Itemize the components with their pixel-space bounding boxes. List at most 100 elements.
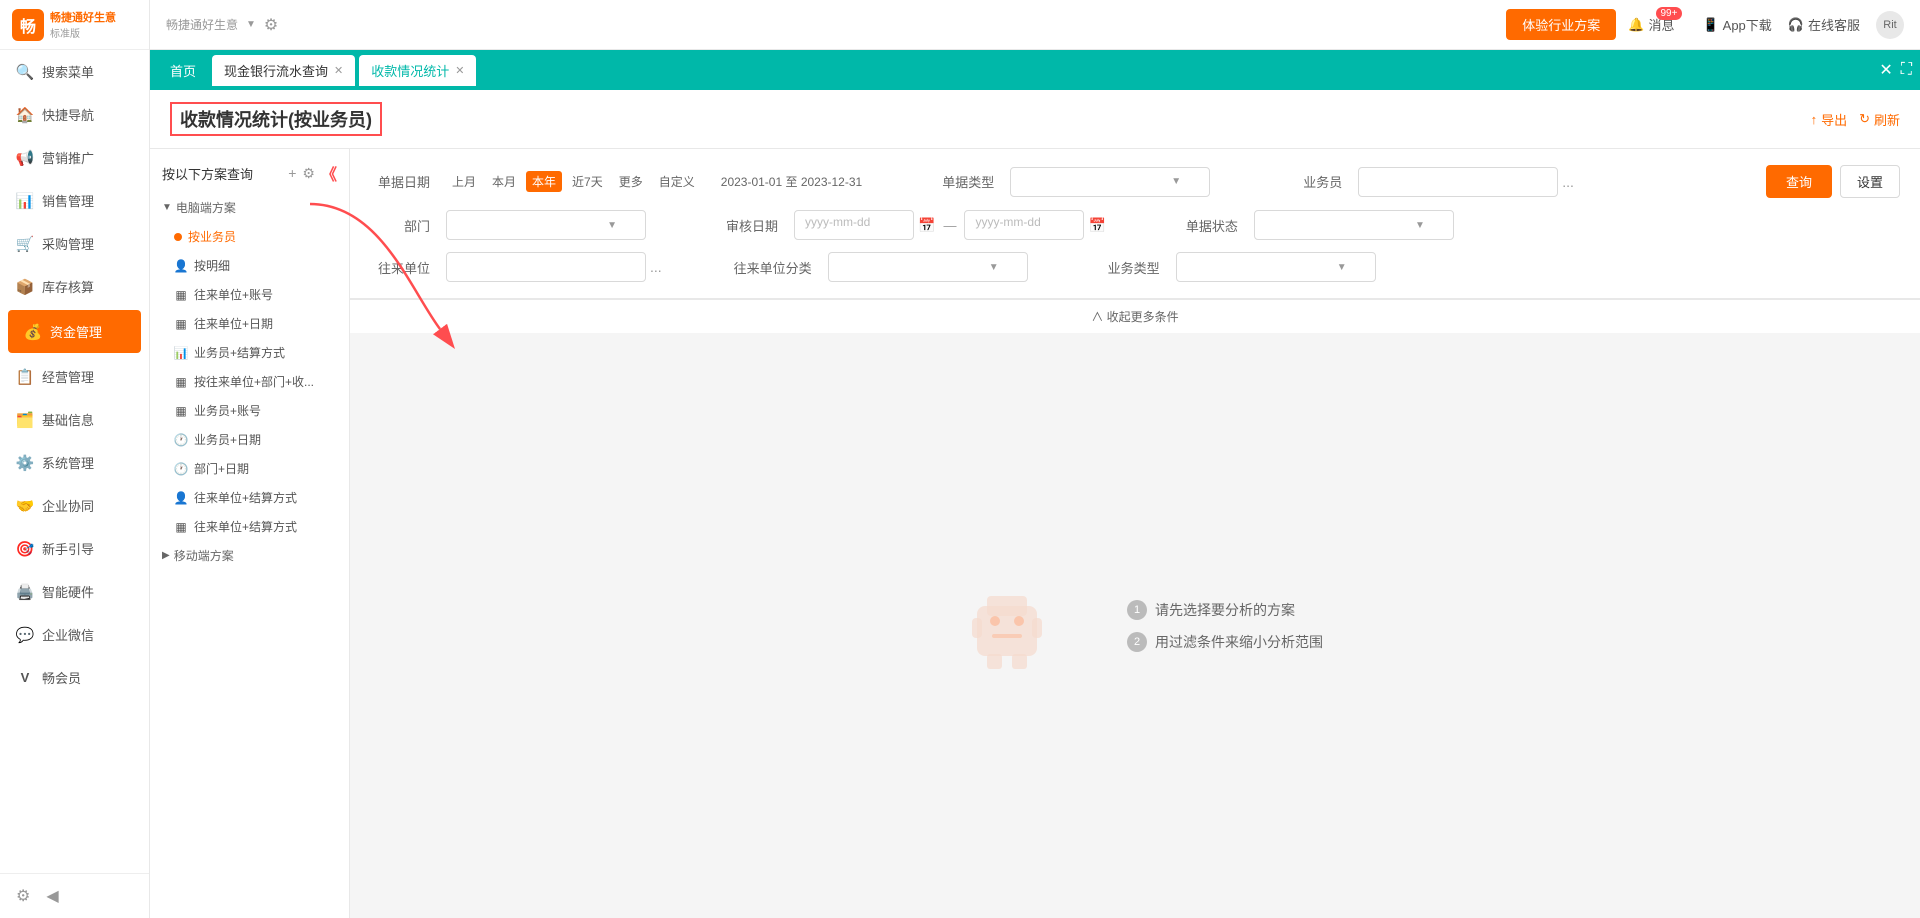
scheme-item-salesperson-settle[interactable]: 📊 业务员+结算方式: [150, 338, 349, 367]
step-num-2: 2: [1127, 632, 1147, 652]
sidebar-footer: ⚙ ◀: [0, 873, 149, 918]
sidebar-item-stock[interactable]: 📦 库存核算: [0, 265, 149, 308]
logo-area: 畅 畅捷通好生意 标准版: [0, 0, 149, 50]
sidebar: 畅 畅捷通好生意 标准版 🔍 搜索菜单 🏠 快捷导航 📢 营销推广 📊 销售管理…: [0, 0, 150, 918]
tab-cashflow-close-icon[interactable]: ✕: [334, 64, 343, 77]
date-tab-lastmonth[interactable]: 上月: [446, 171, 482, 192]
bell-icon: 🔔: [1628, 17, 1644, 33]
sidebar-item-label: 库存核算: [42, 277, 94, 296]
trial-button[interactable]: 体验行业方案: [1506, 9, 1616, 40]
gear-icon: ⚙️: [16, 454, 34, 472]
sidebar-item-label: 基础信息: [42, 410, 94, 429]
date-tab-thismonth[interactable]: 本月: [486, 171, 522, 192]
sidebar-item-nav[interactable]: 🏠 快捷导航: [0, 93, 149, 136]
tab-receipt[interactable]: 收款情况统计 ✕: [359, 55, 476, 86]
sidebar-item-finance[interactable]: 💰 资金管理: [8, 310, 141, 353]
scheme-item-salesperson-date[interactable]: 🕐 业务员+日期: [150, 425, 349, 454]
scheme-label: 往来单位+日期: [194, 315, 273, 332]
mobile-section-header[interactable]: ▶ 移动端方案: [150, 541, 349, 570]
voucher-type-select[interactable]: ▼: [1010, 167, 1210, 197]
scheme-item-by-salesperson[interactable]: 按业务员: [150, 222, 349, 251]
sidebar-item-guide[interactable]: 🎯 新手引导: [0, 527, 149, 570]
collapse-panel-icon[interactable]: 《: [321, 161, 337, 185]
sidebar-item-operation[interactable]: 📋 经营管理: [0, 355, 149, 398]
right-panel: 单据日期 上月 本月 本年 近7天 更多 自定义 2023-01-01 至 20…: [350, 149, 1920, 918]
sidebar-item-search[interactable]: 🔍 搜索菜单: [0, 50, 149, 93]
salesperson-select[interactable]: [1358, 167, 1558, 197]
collapse-footer-icon[interactable]: ◀: [46, 886, 58, 906]
sidebar-item-member[interactable]: V 畅会员: [0, 656, 149, 699]
sidebar-item-basic[interactable]: 🗂️ 基础信息: [0, 398, 149, 441]
cart-icon: 🛒: [16, 235, 34, 253]
message-badge: 99+: [1656, 7, 1683, 20]
maximize-icon[interactable]: ⛶: [1901, 61, 1912, 79]
voucher-status-select[interactable]: ▼: [1254, 210, 1454, 240]
sidebar-item-label: 搜索菜单: [42, 62, 94, 81]
step-1-text: 请先选择要分析的方案: [1155, 600, 1295, 620]
scheme-settings-icon[interactable]: ⚙: [302, 165, 315, 182]
sidebar-item-label: 企业微信: [42, 625, 94, 644]
calendar-start-icon[interactable]: 📅: [918, 217, 935, 234]
sidebar-item-wechat[interactable]: 💬 企业微信: [0, 613, 149, 656]
calendar-end-icon[interactable]: 📅: [1088, 217, 1105, 234]
scheme-item-detail[interactable]: 👤 按明细: [150, 251, 349, 280]
tab-receipt-close-icon[interactable]: ✕: [455, 64, 464, 77]
tab-cashflow[interactable]: 现金银行流水查询 ✕: [212, 55, 355, 86]
sidebar-item-label: 快捷导航: [42, 105, 94, 124]
tab-home[interactable]: 首页: [158, 55, 208, 86]
refresh-icon: ↻: [1859, 111, 1870, 127]
sidebar-item-label: 经营管理: [42, 367, 94, 386]
scheme-item-unit-date[interactable]: ▦ 往来单位+日期: [150, 309, 349, 338]
content-area: 按以下方案查询 + ⚙ 《 ▼ 电脑端方案 按业务员: [150, 149, 1920, 918]
sidebar-item-hardware[interactable]: 🖨️ 智能硬件: [0, 570, 149, 613]
table-icon: ▦: [174, 288, 188, 302]
date-range-display: 2023-01-01 至 2023-12-31: [721, 173, 862, 190]
date-tab-7days[interactable]: 近7天: [566, 171, 609, 192]
dept-select[interactable]: ▼: [446, 210, 646, 240]
sidebar-item-purchase[interactable]: 🛒 采购管理: [0, 222, 149, 265]
mobile-section-title: 移动端方案: [174, 547, 234, 564]
scheme-item-dept-date[interactable]: 🕐 部门+日期: [150, 454, 349, 483]
sidebar-item-label: 营销推广: [42, 148, 94, 167]
salesperson-more-icon[interactable]: ...: [1562, 174, 1574, 190]
counterparty-more-icon[interactable]: ...: [650, 259, 662, 275]
review-date-start-input[interactable]: yyyy-mm-dd: [794, 210, 914, 240]
setting-button[interactable]: 设置: [1840, 165, 1900, 198]
online-service-button[interactable]: 🎧 在线客服: [1788, 15, 1860, 34]
query-button[interactable]: 查询: [1766, 165, 1832, 198]
desktop-section-header[interactable]: ▼ 电脑端方案: [150, 193, 349, 222]
app-download-button[interactable]: 📱 App下载: [1702, 15, 1771, 34]
avatar[interactable]: Rit: [1876, 11, 1904, 39]
sidebar-item-marketing[interactable]: 📢 营销推广: [0, 136, 149, 179]
date-tab-custom[interactable]: 自定义: [653, 171, 701, 192]
filter-row-3: 往来单位 ... 往来单位分类 ▼: [370, 252, 1900, 282]
counterparty-cat-select[interactable]: ▼: [828, 252, 1028, 282]
scheme-item-unit-settle1[interactable]: 👤 往来单位+结算方式: [150, 483, 349, 512]
scheme-item-unit-settle2[interactable]: ▦ 往来单位+结算方式: [150, 512, 349, 541]
sidebar-item-sales[interactable]: 📊 销售管理: [0, 179, 149, 222]
header-gear-icon[interactable]: ⚙: [264, 15, 278, 35]
business-type-select[interactable]: ▼: [1176, 252, 1376, 282]
review-date-end-input[interactable]: yyyy-mm-dd: [964, 210, 1084, 240]
dropdown-arrow-icon[interactable]: ▼: [246, 19, 256, 30]
scheme-item-unit-dept[interactable]: ▦ 按往来单位+部门+收...: [150, 367, 349, 396]
messages-button[interactable]: 🔔 消息 99+: [1628, 15, 1674, 34]
headset-icon: 🎧: [1788, 17, 1804, 33]
dept-arrow-icon: ▼: [607, 220, 617, 231]
export-button[interactable]: ↑ 导出: [1811, 110, 1848, 129]
add-scheme-icon[interactable]: +: [288, 165, 296, 181]
settings-footer-icon[interactable]: ⚙: [16, 886, 30, 906]
date-tab-thisyear[interactable]: 本年: [526, 171, 562, 192]
scheme-item-salesperson-account[interactable]: ▦ 业务员+账号: [150, 396, 349, 425]
sidebar-item-collab[interactable]: 🤝 企业协同: [0, 484, 149, 527]
date-tab-more[interactable]: 更多: [613, 171, 649, 192]
scheme-item-unit-account[interactable]: ▦ 往来单位+账号: [150, 280, 349, 309]
table4-icon: ▦: [174, 404, 188, 418]
counterparty-select[interactable]: [446, 252, 646, 282]
folder-icon: 🗂️: [16, 411, 34, 429]
refresh-button[interactable]: ↻ 刷新: [1859, 110, 1900, 129]
clipboard-icon: 📋: [16, 368, 34, 386]
collapse-more-button[interactable]: ∧ 收起更多条件: [350, 299, 1920, 333]
sidebar-item-system[interactable]: ⚙️ 系统管理: [0, 441, 149, 484]
close-tab-icon[interactable]: ✕: [1879, 60, 1892, 80]
